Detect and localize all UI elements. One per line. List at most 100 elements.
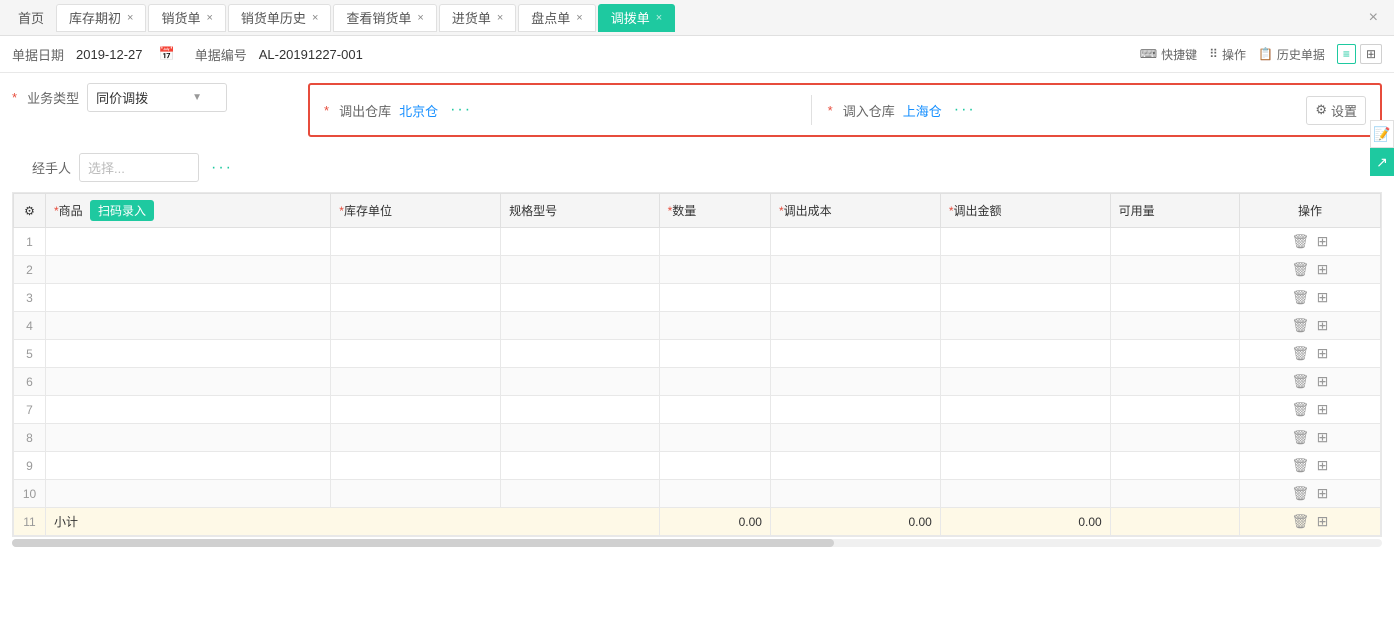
- cell-amount-3[interactable]: [940, 284, 1110, 312]
- cell-spec-3[interactable]: [501, 284, 659, 312]
- tab-sales-history[interactable]: 销货单历史 ×: [228, 4, 331, 32]
- copy-icon-8[interactable]: ⊞: [1317, 429, 1329, 445]
- close-purchase-order[interactable]: ×: [497, 12, 503, 24]
- scan-entry-button[interactable]: 扫码录入: [90, 200, 154, 221]
- calendar-icon[interactable]: 📅: [159, 46, 175, 62]
- cell-qty-1[interactable]: [659, 228, 770, 256]
- cell-amount-5[interactable]: [940, 340, 1110, 368]
- delete-icon-10[interactable]: 🗑: [1292, 485, 1310, 501]
- copy-icon-11[interactable]: ⊞: [1317, 513, 1329, 529]
- cell-qty-2[interactable]: [659, 256, 770, 284]
- cell-unit-3[interactable]: [331, 284, 501, 312]
- cell-unit-7[interactable]: [331, 396, 501, 424]
- copy-icon-2[interactable]: ⊞: [1317, 261, 1329, 277]
- cell-spec-4[interactable]: [501, 312, 659, 340]
- delete-icon-7[interactable]: 🗑: [1292, 401, 1310, 417]
- h-scrollbar-thumb[interactable]: [12, 539, 834, 547]
- cell-amount-1[interactable]: [940, 228, 1110, 256]
- cell-cost-9[interactable]: [770, 452, 940, 480]
- action-button[interactable]: ⠿ 操作: [1209, 46, 1246, 63]
- handler-select[interactable]: 选择...: [79, 153, 199, 182]
- cell-unit-1[interactable]: [331, 228, 501, 256]
- cell-qty-5[interactable]: [659, 340, 770, 368]
- cell-spec-10[interactable]: [501, 480, 659, 508]
- delete-icon-5[interactable]: 🗑: [1292, 345, 1310, 361]
- cell-cost-3[interactable]: [770, 284, 940, 312]
- cell-cost-2[interactable]: [770, 256, 940, 284]
- in-warehouse-more[interactable]: ···: [950, 101, 980, 119]
- copy-icon-9[interactable]: ⊞: [1317, 457, 1329, 473]
- tab-view-sales[interactable]: 查看销货单 ×: [333, 4, 436, 32]
- cell-cost-7[interactable]: [770, 396, 940, 424]
- delete-icon-3[interactable]: 🗑: [1292, 289, 1310, 305]
- cell-unit-9[interactable]: [331, 452, 501, 480]
- cell-product-3[interactable]: [46, 284, 331, 312]
- cell-spec-5[interactable]: [501, 340, 659, 368]
- cell-qty-7[interactable]: [659, 396, 770, 424]
- close-sales-order[interactable]: ×: [206, 12, 212, 24]
- cell-qty-6[interactable]: [659, 368, 770, 396]
- tab-inventory-init[interactable]: 库存期初 ×: [56, 4, 146, 32]
- cell-cost-1[interactable]: [770, 228, 940, 256]
- cell-cost-4[interactable]: [770, 312, 940, 340]
- cell-qty-10[interactable]: [659, 480, 770, 508]
- cell-product-7[interactable]: [46, 396, 331, 424]
- tab-home[interactable]: 首页: [8, 8, 54, 27]
- delete-icon-4[interactable]: 🗑: [1292, 317, 1310, 333]
- cell-cost-5[interactable]: [770, 340, 940, 368]
- cell-spec-1[interactable]: [501, 228, 659, 256]
- sidebar-expand-icon[interactable]: ↗: [1370, 148, 1394, 176]
- cell-unit-6[interactable]: [331, 368, 501, 396]
- delete-icon-2[interactable]: 🗑: [1292, 261, 1310, 277]
- cell-cost-8[interactable]: [770, 424, 940, 452]
- cell-product-6[interactable]: [46, 368, 331, 396]
- cell-qty-3[interactable]: [659, 284, 770, 312]
- close-sales-history[interactable]: ×: [312, 12, 318, 24]
- cell-product-10[interactable]: [46, 480, 331, 508]
- cell-spec-7[interactable]: [501, 396, 659, 424]
- date-value[interactable]: 2019-12-27: [76, 47, 143, 62]
- cell-amount-7[interactable]: [940, 396, 1110, 424]
- close-transfer[interactable]: ×: [656, 12, 662, 24]
- cell-cost-6[interactable]: [770, 368, 940, 396]
- in-warehouse-value[interactable]: 上海仓: [903, 101, 942, 120]
- copy-icon-5[interactable]: ⊞: [1317, 345, 1329, 361]
- layout-list-button[interactable]: ≡: [1337, 44, 1356, 64]
- cell-amount-8[interactable]: [940, 424, 1110, 452]
- biz-type-select[interactable]: 同价调拨 ▼: [87, 83, 227, 112]
- close-inventory-init[interactable]: ×: [127, 12, 133, 24]
- cell-amount-6[interactable]: [940, 368, 1110, 396]
- cell-amount-9[interactable]: [940, 452, 1110, 480]
- cell-amount-10[interactable]: [940, 480, 1110, 508]
- cell-unit-10[interactable]: [331, 480, 501, 508]
- delete-icon-8[interactable]: 🗑: [1292, 429, 1310, 445]
- cell-unit-8[interactable]: [331, 424, 501, 452]
- cell-unit-5[interactable]: [331, 340, 501, 368]
- layout-grid-button[interactable]: ⊞: [1360, 44, 1382, 64]
- cell-product-2[interactable]: [46, 256, 331, 284]
- delete-icon-6[interactable]: 🗑: [1292, 373, 1310, 389]
- copy-icon-6[interactable]: ⊞: [1317, 373, 1329, 389]
- close-window-button[interactable]: ×: [1361, 9, 1386, 27]
- tab-transfer[interactable]: 调拨单 ×: [598, 4, 675, 32]
- cell-cost-10[interactable]: [770, 480, 940, 508]
- handler-more[interactable]: ···: [207, 159, 237, 177]
- out-warehouse-more[interactable]: ···: [446, 101, 476, 119]
- cell-spec-9[interactable]: [501, 452, 659, 480]
- copy-icon-7[interactable]: ⊞: [1317, 401, 1329, 417]
- h-scrollbar[interactable]: [12, 539, 1382, 547]
- cell-qty-9[interactable]: [659, 452, 770, 480]
- cell-qty-8[interactable]: [659, 424, 770, 452]
- cell-product-5[interactable]: [46, 340, 331, 368]
- cell-unit-4[interactable]: [331, 312, 501, 340]
- cell-spec-6[interactable]: [501, 368, 659, 396]
- cell-product-8[interactable]: [46, 424, 331, 452]
- copy-icon-1[interactable]: ⊞: [1317, 233, 1329, 249]
- col-gear[interactable]: ⚙: [14, 194, 46, 228]
- cell-unit-2[interactable]: [331, 256, 501, 284]
- tab-sales-order[interactable]: 销货单 ×: [148, 4, 225, 32]
- out-warehouse-value[interactable]: 北京仓: [399, 101, 438, 120]
- cell-product-1[interactable]: [46, 228, 331, 256]
- cell-spec-2[interactable]: [501, 256, 659, 284]
- copy-icon-3[interactable]: ⊞: [1317, 289, 1329, 305]
